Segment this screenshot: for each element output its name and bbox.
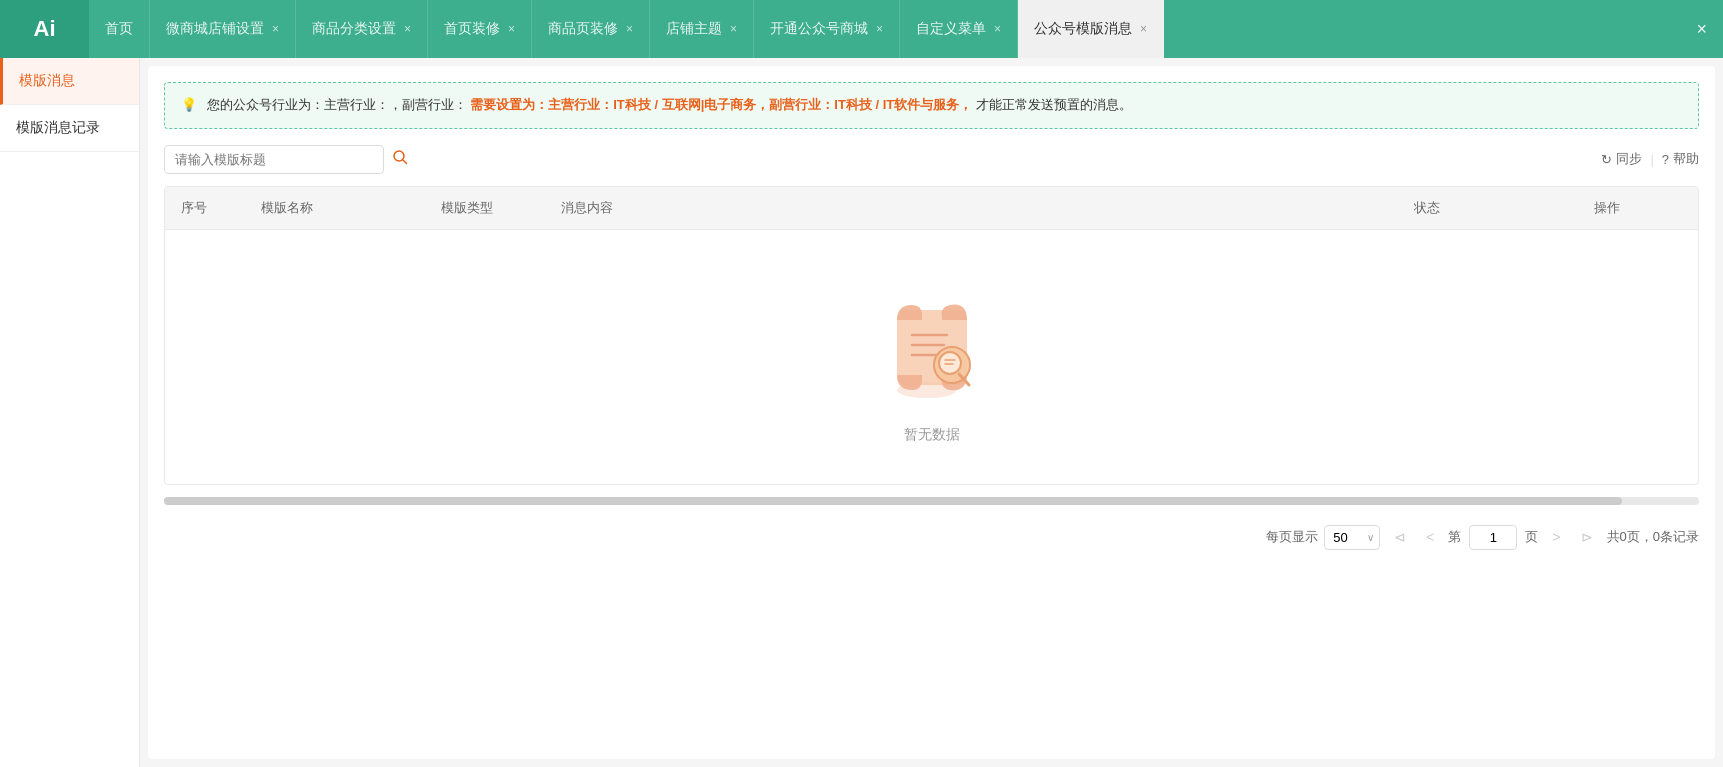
toolbar-right: ↻ 同步 | ? 帮助 (1601, 150, 1699, 168)
nav-tab-close-homepage[interactable]: × (508, 23, 515, 35)
close-all-button[interactable]: × (1680, 19, 1723, 40)
total-info: 共0页，0条记录 (1607, 528, 1699, 546)
help-icon: ? (1662, 152, 1669, 167)
nav-tab-label-mall: 开通公众号商城 (770, 20, 868, 38)
sidebar-item-template-msg[interactable]: 模版消息 (0, 58, 139, 105)
nav-tab-close-template[interactable]: × (1140, 23, 1147, 35)
page-size-select[interactable]: 102050100 (1324, 525, 1380, 550)
empty-text: 暂无数据 (904, 426, 960, 444)
logo-text: Ai (34, 16, 56, 42)
nav-tab-category[interactable]: 商品分类设置 × (296, 0, 428, 58)
empty-state: 暂无数据 (165, 230, 1698, 484)
svg-point-7 (939, 352, 961, 374)
toolbar-divider: | (1650, 152, 1653, 167)
nav-tab-label-template: 公众号模版消息 (1034, 20, 1132, 38)
main-layout: 模版消息模版消息记录 💡 您的公众号行业为：主营行业：，副营行业： 需要设置为：… (0, 58, 1723, 767)
logo: Ai (0, 0, 89, 58)
page-size-select-wrap: 102050100 (1324, 525, 1380, 550)
pagination: 每页显示 102050100 ⊲ < 第 页 > ⊳ 共0页，0条记录 (164, 517, 1699, 558)
nav-tab-home[interactable]: 首页 (89, 0, 150, 58)
nav-tab-label-product: 商品页装修 (548, 20, 618, 38)
help-button[interactable]: ? 帮助 (1662, 150, 1699, 168)
table-header: 序号模版名称模版类型消息内容状态操作 (165, 187, 1698, 230)
content-area: 💡 您的公众号行业为：主营行业：，副营行业： 需要设置为：主营行业：IT科技 /… (148, 66, 1715, 759)
sidebar-item-template-record[interactable]: 模版消息记录 (0, 105, 139, 152)
nav-tab-product[interactable]: 商品页装修 × (532, 0, 650, 58)
table-header-content: 消息内容 (545, 187, 1398, 229)
sync-icon: ↻ (1601, 152, 1612, 167)
nav-tab-homepage[interactable]: 首页装修 × (428, 0, 532, 58)
nav-tab-label-homepage: 首页装修 (444, 20, 500, 38)
nav-tab-weshop[interactable]: 微商城店铺设置 × (150, 0, 296, 58)
page-size-wrap: 每页显示 102050100 (1266, 525, 1380, 550)
sync-label: 同步 (1616, 150, 1642, 168)
help-label: 帮助 (1673, 150, 1699, 168)
sidebar: 模版消息模版消息记录 (0, 58, 140, 767)
nav-tab-close-weshop[interactable]: × (272, 23, 279, 35)
nav-tab-label-custommenu: 自定义菜单 (916, 20, 986, 38)
nav-tab-custommenu[interactable]: 自定义菜单 × (900, 0, 1018, 58)
search-icon (392, 149, 408, 165)
nav-tab-close-theme[interactable]: × (730, 23, 737, 35)
table-header-index: 序号 (165, 187, 245, 229)
table-header-type: 模版类型 (425, 187, 545, 229)
notice-icon: 💡 (181, 97, 197, 112)
sync-button[interactable]: ↻ 同步 (1601, 150, 1642, 168)
page-number-input[interactable] (1469, 525, 1517, 550)
nav-tab-close-category[interactable]: × (404, 23, 411, 35)
nav-tab-label-theme: 店铺主题 (666, 20, 722, 38)
notice-banner: 💡 您的公众号行业为：主营行业：，副营行业： 需要设置为：主营行业：IT科技 /… (164, 82, 1699, 129)
nav-tab-label-weshop: 微商城店铺设置 (166, 20, 264, 38)
table-container: 序号模版名称模版类型消息内容状态操作 (164, 186, 1699, 485)
nav-tab-theme[interactable]: 店铺主题 × (650, 0, 754, 58)
notice-highlight: 需要设置为：主营行业：IT科技 / 互联网|电子商务，副营行业：IT科技 / I… (470, 97, 972, 112)
notice-prefix: 您的公众号行业为：主营行业：，副营行业： (207, 97, 467, 112)
page-size-label: 每页显示 (1266, 528, 1318, 546)
nav-tab-label-category: 商品分类设置 (312, 20, 396, 38)
top-nav: Ai 首页微商城店铺设置×商品分类设置×首页装修×商品页装修×店铺主题×开通公众… (0, 0, 1723, 58)
search-input[interactable] (164, 145, 384, 174)
nav-tab-label-home: 首页 (105, 20, 133, 38)
scrollbar-thumb (164, 497, 1622, 505)
first-page-button[interactable]: ⊲ (1388, 527, 1412, 547)
page-label-pre: 第 (1448, 528, 1461, 546)
nav-tab-close-mall[interactable]: × (876, 23, 883, 35)
nav-tab-template[interactable]: 公众号模版消息 × (1018, 0, 1164, 58)
last-page-button[interactable]: ⊳ (1575, 527, 1599, 547)
search-bar: ↻ 同步 | ? 帮助 (164, 145, 1699, 174)
empty-illustration (872, 290, 992, 410)
table-header-action: 操作 (1578, 187, 1698, 229)
nav-tab-close-product[interactable]: × (626, 23, 633, 35)
next-page-button[interactable]: > (1546, 527, 1566, 547)
nav-tabs: 首页微商城店铺设置×商品分类设置×首页装修×商品页装修×店铺主题×开通公众号商城… (89, 0, 1680, 58)
table-header-name: 模版名称 (245, 187, 425, 229)
notice-suffix: 才能正常发送预置的消息。 (976, 97, 1132, 112)
nav-tab-mall[interactable]: 开通公众号商城 × (754, 0, 900, 58)
svg-line-1 (403, 160, 407, 164)
table-header-status: 状态 (1398, 187, 1578, 229)
nav-tab-close-custommenu[interactable]: × (994, 23, 1001, 35)
search-button[interactable] (392, 149, 408, 169)
page-label-post: 页 (1525, 528, 1538, 546)
prev-page-button[interactable]: < (1420, 527, 1440, 547)
scrollbar-area[interactable] (164, 497, 1699, 505)
